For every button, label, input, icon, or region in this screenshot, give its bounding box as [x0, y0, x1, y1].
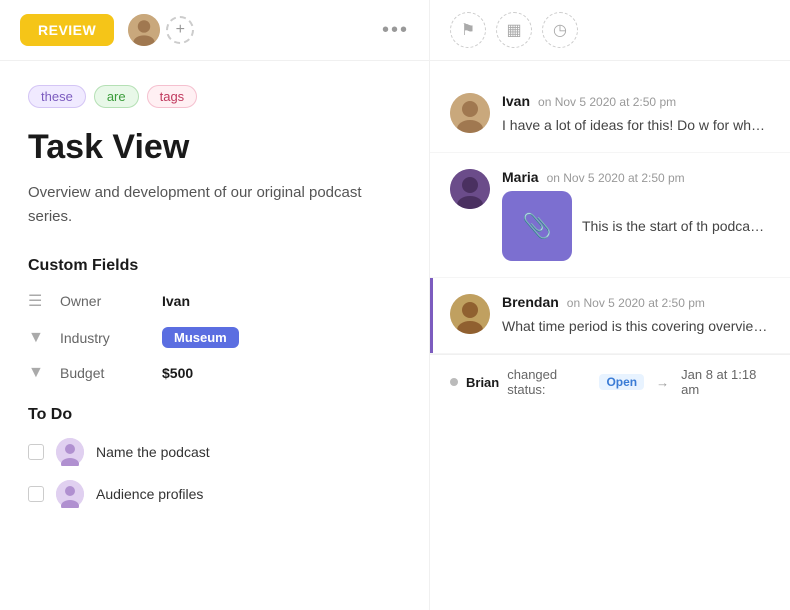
comment-body-maria: Maria on Nov 5 2020 at 2:50 pm 📎 This is… — [502, 169, 770, 261]
left-panel: these are tags Task View Overview and de… — [0, 61, 430, 610]
avatar-ivan — [450, 93, 490, 133]
page-title: Task View — [28, 128, 401, 167]
field-industry-row: ▼ Industry Museum — [28, 327, 401, 348]
avatar-maria — [450, 169, 490, 209]
plus-icon: + — [176, 21, 185, 39]
attachment-thumbnail[interactable]: 📎 — [502, 191, 572, 261]
clock-icon: ◷ — [553, 20, 567, 40]
industry-label: Industry — [60, 330, 150, 346]
comment-header-brendan: Brendan on Nov 5 2020 at 2:50 pm — [502, 294, 770, 310]
comment-body-ivan: Ivan on Nov 5 2020 at 2:50 pm I have a l… — [502, 93, 770, 136]
more-options-button[interactable]: ••• — [382, 19, 409, 42]
page-description: Overview and development of our original… — [28, 181, 401, 229]
status-change-row: Brian changed status: Open → Jan 8 at 1:… — [430, 354, 790, 409]
todo-checkbox-1[interactable] — [28, 444, 44, 460]
owner-label: Owner — [60, 293, 150, 309]
comment-text-brendan: What time period is this covering overvi… — [502, 316, 770, 337]
tag-these[interactable]: these — [28, 85, 86, 108]
add-member-button[interactable]: + — [166, 16, 194, 44]
todo-checkbox-2[interactable] — [28, 486, 44, 502]
industry-icon: ▼ — [28, 329, 48, 347]
owner-value: Ivan — [162, 293, 190, 309]
avatar-brendan — [450, 294, 490, 334]
review-button[interactable]: REVIEW — [20, 14, 114, 46]
status-change-time: Jan 8 at 1:18 am — [681, 367, 770, 397]
flag-icon-button[interactable]: ⚑ — [450, 12, 486, 48]
budget-label: Budget — [60, 365, 150, 381]
avatar-group: + — [126, 12, 194, 48]
comment-body-brendan: Brendan on Nov 5 2020 at 2:50 pm What ti… — [502, 294, 770, 337]
todo-avatar-2 — [56, 480, 84, 508]
field-budget-row: ▼ Budget $500 — [28, 364, 401, 382]
comment-maria: Maria on Nov 5 2020 at 2:50 pm 📎 This is… — [430, 153, 790, 278]
todo-item-2: Audience profiles — [28, 480, 401, 508]
todo-title: To Do — [28, 406, 401, 424]
tags-row: these are tags — [28, 85, 401, 108]
clock-icon-button[interactable]: ◷ — [542, 12, 578, 48]
comment-time-brendan: on Nov 5 2020 at 2:50 pm — [567, 296, 705, 310]
comment-ivan: Ivan on Nov 5 2020 at 2:50 pm I have a l… — [430, 77, 790, 153]
comment-time-maria: on Nov 5 2020 at 2:50 pm — [547, 171, 685, 185]
calendar-icon: ▦ — [506, 20, 521, 40]
user-avatar — [126, 12, 162, 48]
attachment-icon: 📎 — [522, 212, 552, 241]
status-open-badge: Open — [599, 374, 644, 390]
todo-text-1: Name the podcast — [96, 444, 210, 460]
comment-time-ivan: on Nov 5 2020 at 2:50 pm — [538, 95, 676, 109]
tag-are[interactable]: are — [94, 85, 139, 108]
budget-icon: ▼ — [28, 364, 48, 382]
todo-avatar-1 — [56, 438, 84, 466]
avatar-face — [128, 14, 160, 46]
field-owner-row: ☰ Owner Ivan — [28, 291, 401, 311]
comment-author-maria: Maria — [502, 169, 539, 185]
status-change-action: changed status: — [507, 367, 591, 397]
calendar-icon-button[interactable]: ▦ — [496, 12, 532, 48]
industry-badge[interactable]: Museum — [162, 327, 239, 348]
status-arrow-icon: → — [656, 375, 669, 390]
comment-header-maria: Maria on Nov 5 2020 at 2:50 pm — [502, 169, 770, 185]
comment-brendan: Brendan on Nov 5 2020 at 2:50 pm What ti… — [430, 278, 790, 354]
budget-value: $500 — [162, 365, 193, 381]
todo-section: To Do Name the podcast — [28, 406, 401, 508]
todo-item: Name the podcast — [28, 438, 401, 466]
comment-header-ivan: Ivan on Nov 5 2020 at 2:50 pm — [502, 93, 770, 109]
tag-tags[interactable]: tags — [147, 85, 198, 108]
comment-author-brendan: Brendan — [502, 294, 559, 310]
custom-fields-title: Custom Fields — [28, 257, 401, 275]
flag-icon: ⚑ — [461, 20, 475, 40]
comment-text-maria: This is the start of th podcast, let me … — [582, 216, 770, 237]
owner-icon: ☰ — [28, 291, 48, 311]
right-panel: Ivan on Nov 5 2020 at 2:50 pm I have a l… — [430, 61, 790, 610]
comment-text-ivan: I have a lot of ideas for this! Do w for… — [502, 115, 770, 136]
comment-attachment-row: 📎 This is the start of th podcast, let m… — [502, 191, 770, 261]
comment-author-ivan: Ivan — [502, 93, 530, 109]
status-dot — [450, 378, 458, 386]
todo-text-2: Audience profiles — [96, 486, 203, 502]
status-change-author: Brian — [466, 375, 499, 390]
